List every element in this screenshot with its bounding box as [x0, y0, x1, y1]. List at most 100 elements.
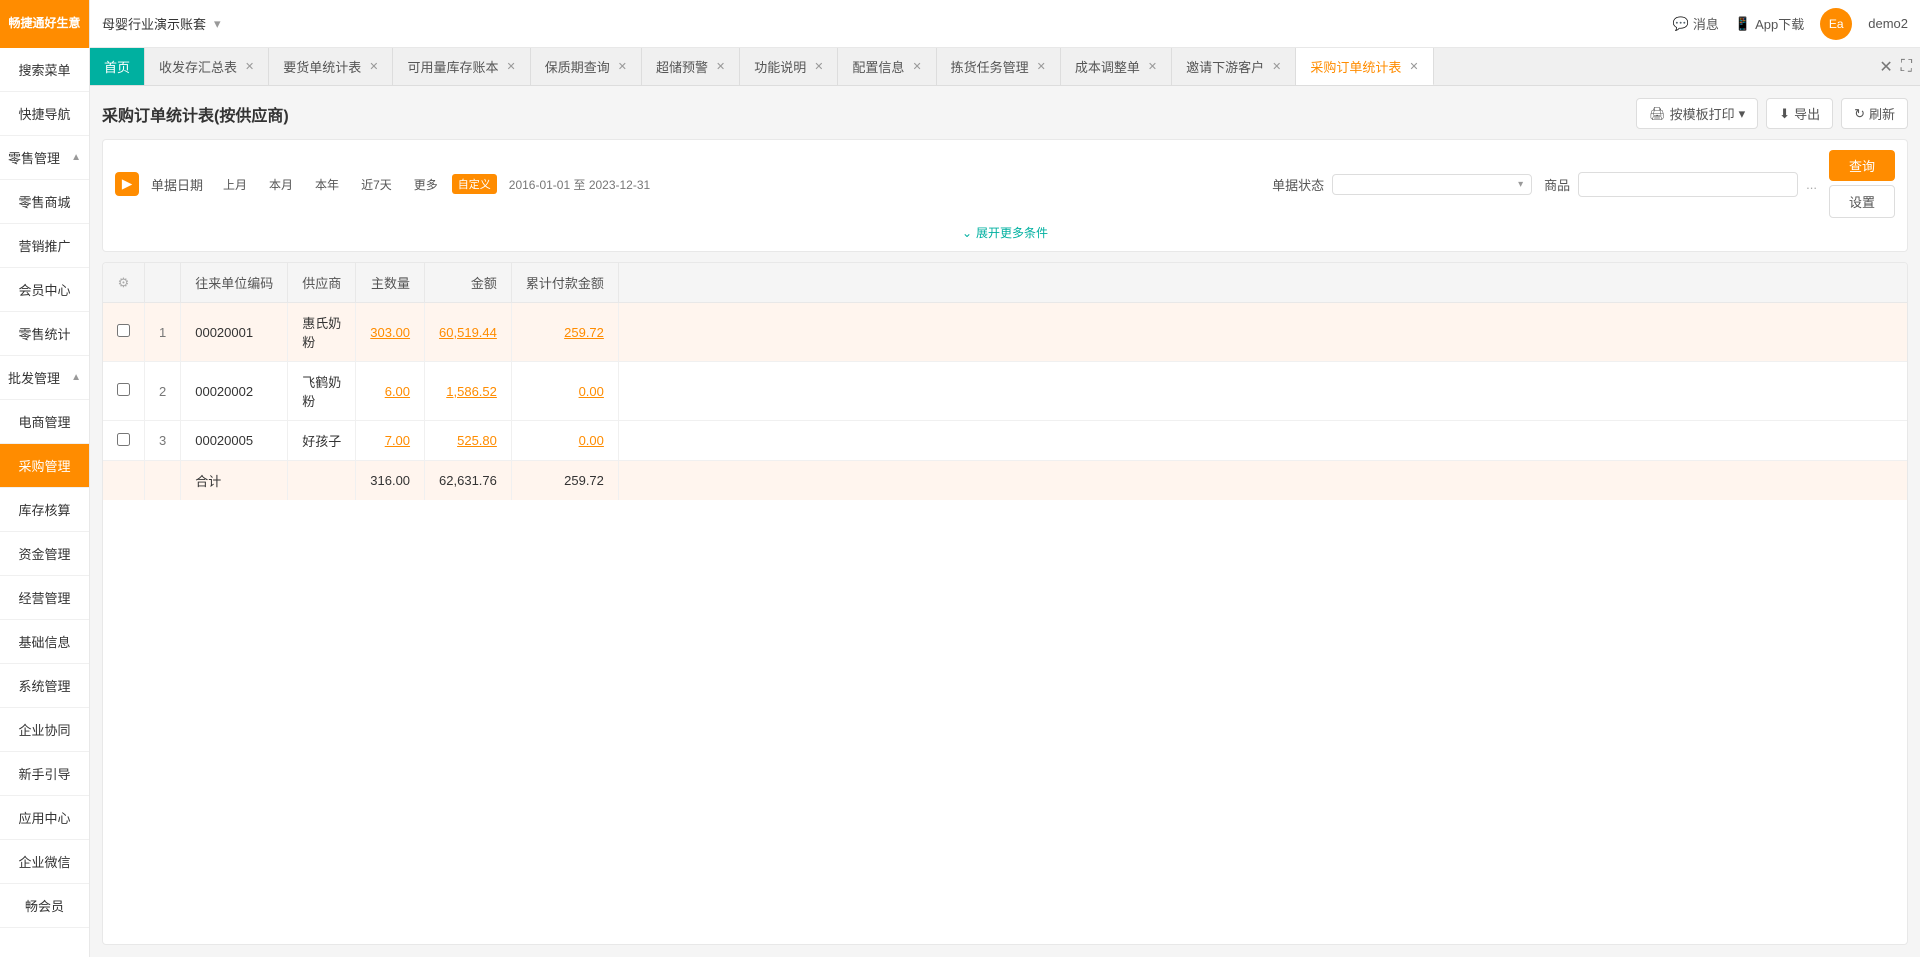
- sidebar-item-corpwechat[interactable]: 企业微信: [0, 840, 89, 884]
- filter-toggle-btn[interactable]: ▶: [115, 172, 139, 196]
- tab-close-icon[interactable]: ✕: [507, 60, 516, 73]
- cell-paid[interactable]: 0.00: [511, 421, 618, 461]
- app-download-btn[interactable]: 📱 App下载: [1735, 14, 1804, 33]
- user-avatar[interactable]: Ea: [1820, 8, 1852, 40]
- page-header: 采购订单统计表(按供应商) 🖨 按模板打印 ▾ ⬇ 导出 ↻ 刷新: [102, 98, 1908, 129]
- cell-check[interactable]: [103, 421, 145, 461]
- tab-gongneng[interactable]: 功能说明 ✕: [740, 48, 838, 86]
- app-download-label: App下载: [1755, 14, 1804, 33]
- topbar: 母婴行业演示账套 ▾ 💬 消息 📱 App下载 Ea demo2: [90, 0, 1920, 48]
- tab-tuohuo[interactable]: 拣货任务管理✕: [937, 48, 1061, 86]
- table-body: 1 00020001 惠氏奶粉 303.00 60,519.44 259.72 …: [103, 303, 1907, 461]
- export-icon: ⬇: [1779, 106, 1790, 122]
- goods-ellipsis[interactable]: ...: [1806, 177, 1817, 192]
- close-tab-btn[interactable]: ✕: [1879, 57, 1892, 77]
- sidebar-item-label: 零售管理: [8, 148, 60, 167]
- sidebar-item-search[interactable]: 搜索菜单: [0, 48, 89, 92]
- refresh-btn[interactable]: ↻ 刷新: [1841, 98, 1908, 129]
- cell-check[interactable]: [103, 362, 145, 421]
- tab-baozhi[interactable]: 保质期查询✕: [531, 48, 642, 86]
- sidebar-item-ops[interactable]: 经营管理: [0, 576, 89, 620]
- cell-supplier: 惠氏奶粉: [288, 303, 356, 362]
- sidebar-item-sysmanage[interactable]: 系统管理: [0, 664, 89, 708]
- tab-close-icon[interactable]: ✕: [618, 60, 627, 73]
- sidebar-item-finance[interactable]: 资金管理: [0, 532, 89, 576]
- date-btn-more[interactable]: 更多: [406, 174, 446, 195]
- page-content: 采购订单统计表(按供应商) 🖨 按模板打印 ▾ ⬇ 导出 ↻ 刷新: [90, 86, 1920, 957]
- workspace-arrow-icon[interactable]: ▾: [214, 16, 221, 32]
- tab-close-icon[interactable]: ✕: [1272, 60, 1281, 73]
- table-head: ⚙ 往来单位编码 供应商 主数量 金额 累计付款金额: [103, 263, 1907, 303]
- tab-yaoqing[interactable]: 邀请下游客户✕: [1172, 48, 1296, 86]
- date-btn-this-month[interactable]: 本月: [261, 174, 301, 195]
- cell-qty[interactable]: 6.00: [356, 362, 425, 421]
- sidebar-item-vip[interactable]: 畅会员: [0, 884, 89, 928]
- cell-qty[interactable]: 303.00: [356, 303, 425, 362]
- footer-amount: 62,631.76: [425, 461, 512, 501]
- tab-close-icon[interactable]: ✕: [245, 60, 254, 73]
- sidebar-item-batch[interactable]: 批发管理▲: [0, 356, 89, 400]
- date-btn-this-year[interactable]: 本年: [307, 174, 347, 195]
- sidebar-item-label: 快捷导航: [18, 104, 70, 123]
- sidebar-item-quicknav[interactable]: 快捷导航: [0, 92, 89, 136]
- sidebar: 畅捷通好生意 搜索菜单快捷导航零售管理▲零售商城营销推广会员中心零售统计批发管理…: [0, 0, 90, 957]
- tab-peizhi[interactable]: 配置信息✕: [838, 48, 936, 86]
- sidebar-item-ecom[interactable]: 电商管理: [0, 400, 89, 444]
- template-print-btn[interactable]: 🖨 按模板打印 ▾: [1636, 98, 1758, 129]
- row-checkbox[interactable]: [117, 324, 130, 337]
- table-row: 2 00020002 飞鹤奶粉 6.00 1,586.52 0.00: [103, 362, 1907, 421]
- cell-amount[interactable]: 525.80: [425, 421, 512, 461]
- cell-qty[interactable]: 7.00: [356, 421, 425, 461]
- status-select[interactable]: ▾: [1332, 174, 1532, 195]
- row-checkbox[interactable]: [117, 433, 130, 446]
- sidebar-item-retsales[interactable]: 零售统计: [0, 312, 89, 356]
- tab-close-icon[interactable]: ✕: [912, 60, 921, 73]
- tab-chengben[interactable]: 成本调整单✕: [1061, 48, 1172, 86]
- date-btn-7days[interactable]: 近7天: [353, 174, 400, 195]
- sidebar-item-purchase[interactable]: 采购管理: [0, 444, 89, 488]
- row-checkbox[interactable]: [117, 383, 130, 396]
- tab-close-icon[interactable]: ✕: [814, 60, 823, 73]
- sidebar-item-newguide[interactable]: 新手引导: [0, 752, 89, 796]
- tab-close-icon[interactable]: ✕: [1148, 60, 1157, 73]
- cell-amount[interactable]: 1,586.52: [425, 362, 512, 421]
- tab-yaohuo[interactable]: 要货单统计表✕: [269, 48, 393, 86]
- tab-keyongliang[interactable]: 可用量库存账本✕: [393, 48, 530, 86]
- sidebar-item-label: 库存核算: [18, 500, 70, 519]
- gear-icon[interactable]: ⚙: [118, 275, 130, 290]
- goods-input[interactable]: [1578, 172, 1798, 197]
- maximize-tab-btn[interactable]: ⛶: [1901, 58, 1912, 76]
- sidebar-item-basic[interactable]: 基础信息: [0, 620, 89, 664]
- template-arrow-icon: ▾: [1739, 106, 1746, 122]
- tab-close-icon[interactable]: ✕: [1409, 60, 1418, 73]
- tab-home[interactable]: 首页: [90, 48, 145, 86]
- expand-more-btn[interactable]: ⌄ 展开更多条件: [962, 224, 1048, 241]
- tab-chaochu[interactable]: 超储预警✕: [642, 48, 740, 86]
- tab-shoufayuhui[interactable]: 收发存汇总表✕: [145, 48, 269, 86]
- tab-close-icon[interactable]: ✕: [716, 60, 725, 73]
- date-btn-last-month[interactable]: 上月: [215, 174, 255, 195]
- logo: 畅捷通好生意: [0, 0, 89, 48]
- cell-amount[interactable]: 60,519.44: [425, 303, 512, 362]
- tab-close-icon[interactable]: ✕: [369, 60, 378, 73]
- sidebar-item-retail[interactable]: 零售管理▲: [0, 136, 89, 180]
- tab-close-icon[interactable]: ✕: [1037, 60, 1046, 73]
- sidebar-item-inventory[interactable]: 库存核算: [0, 488, 89, 532]
- sidebar-item-appstore[interactable]: 应用中心: [0, 796, 89, 840]
- sidebar-item-retshop[interactable]: 零售商城: [0, 180, 89, 224]
- date-custom-tag[interactable]: 自定义: [452, 174, 497, 194]
- message-btn[interactable]: 💬 消息: [1673, 14, 1719, 33]
- search-btn[interactable]: 查询: [1829, 150, 1895, 181]
- tab-label: 功能说明: [754, 57, 806, 76]
- cell-paid[interactable]: 0.00: [511, 362, 618, 421]
- cell-paid[interactable]: 259.72: [511, 303, 618, 362]
- tab-caigou[interactable]: 采购订单统计表 ✕: [1296, 48, 1433, 86]
- sidebar-item-label: 营销推广: [18, 236, 70, 255]
- tab-label: 采购订单统计表: [1310, 57, 1401, 76]
- settings-btn[interactable]: 设置: [1829, 185, 1895, 218]
- cell-check[interactable]: [103, 303, 145, 362]
- export-btn[interactable]: ⬇ 导出: [1766, 98, 1833, 129]
- sidebar-item-enterprise[interactable]: 企业协同: [0, 708, 89, 752]
- sidebar-item-mktpromo[interactable]: 营销推广: [0, 224, 89, 268]
- sidebar-item-member[interactable]: 会员中心: [0, 268, 89, 312]
